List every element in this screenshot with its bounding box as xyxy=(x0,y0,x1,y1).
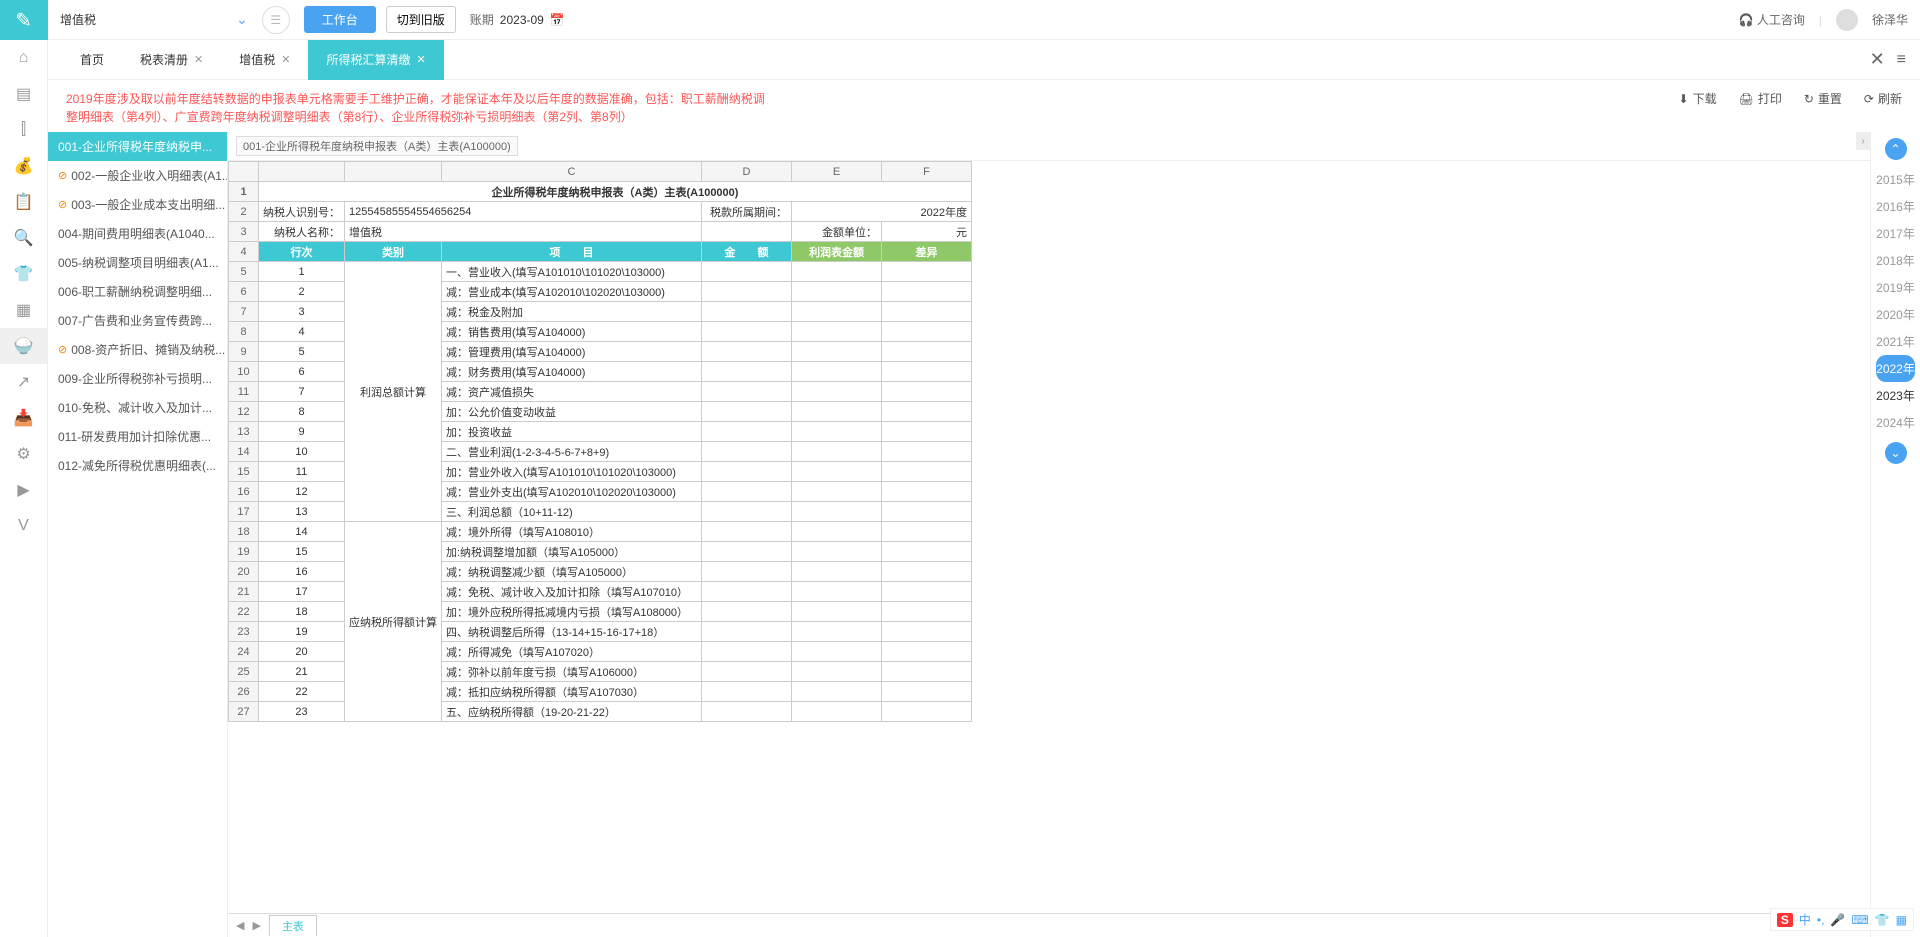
year-item[interactable]: 2021年 xyxy=(1872,328,1919,355)
year-item[interactable]: 2020年 xyxy=(1872,301,1919,328)
nav-settings-icon[interactable]: ⚙ xyxy=(0,436,48,472)
tabs-menu-icon[interactable]: ≡ xyxy=(1897,51,1906,69)
user-name[interactable]: 徐泽华 xyxy=(1872,11,1908,28)
close-icon[interactable]: ✕ xyxy=(194,53,203,66)
nav-audit-icon[interactable]: 🔍 xyxy=(0,220,48,256)
warning-text: 2019年度涉及取以前年度结转数据的申报表单元格需要手工维护正确，才能保证本年及… xyxy=(66,90,766,126)
year-sidebar: ⌃ 2015年2016年2017年2018年2019年2020年2021年202… xyxy=(1870,132,1920,937)
ime-grid-icon[interactable]: ▦ xyxy=(1896,913,1907,927)
ime-mic-icon[interactable]: 🎤 xyxy=(1830,913,1845,927)
tab-税表清册[interactable]: 税表清册✕ xyxy=(122,40,221,80)
company-name: 增值税 xyxy=(60,11,96,28)
close-icon[interactable]: ✕ xyxy=(281,53,290,66)
worktable-button[interactable]: 工作台 xyxy=(304,6,376,33)
form-item[interactable]: 005-纳税调整项目明细表(A1... xyxy=(48,248,227,277)
nav-v-icon[interactable]: V xyxy=(0,508,48,544)
period-label: 账期 xyxy=(470,11,494,28)
crumb-next-icon[interactable]: › xyxy=(1856,132,1870,150)
breadcrumb: 001-企业所得税年度纳税申报表（A类）主表(A100000) xyxy=(236,136,518,156)
year-item[interactable]: 2023年 xyxy=(1872,382,1919,409)
year-item[interactable]: 2024年 xyxy=(1872,409,1919,436)
sheet-area: ‹ 001-企业所得税年度纳税申报表（A类）主表(A100000) › CDEF… xyxy=(228,132,1870,937)
toolbar-actions: ⬇ 下载 🖨 打印 ↻ 重置 ⟳ 刷新 xyxy=(1679,90,1902,107)
tab-所得税汇算清缴[interactable]: 所得税汇算清缴✕ xyxy=(308,40,443,80)
sheet-next-icon[interactable]: ▶ xyxy=(252,919,260,932)
form-item[interactable]: ⊘002-一般企业收入明细表(A1... xyxy=(48,161,227,190)
warning-icon: ⊘ xyxy=(58,169,67,182)
ime-s-icon[interactable]: S xyxy=(1777,913,1793,927)
ime-skin-icon[interactable]: 👕 xyxy=(1875,913,1890,927)
form-item[interactable]: 012-减免所得税优惠明细表(... xyxy=(48,451,227,480)
nav-doc-icon[interactable]: ▤ xyxy=(0,76,48,112)
ime-lang[interactable]: 中 xyxy=(1799,911,1811,928)
ime-kb-icon[interactable]: ⌨ xyxy=(1851,913,1868,927)
form-item[interactable]: ⊘003-一般企业成本支出明细... xyxy=(48,190,227,219)
nav-calc-icon[interactable]: ▦ xyxy=(0,292,48,328)
form-item[interactable]: ⊘008-资产折旧、摊销及纳税... xyxy=(48,335,227,364)
form-list: 001-企业所得税年度纳税申...⊘002-一般企业收入明细表(A1...⊘00… xyxy=(48,132,228,937)
year-up-icon[interactable]: ⌃ xyxy=(1885,138,1907,160)
consult-link[interactable]: 🎧 人工咨询 xyxy=(1739,11,1805,28)
period-value[interactable]: 2023-09 xyxy=(500,13,544,27)
ime-punct-icon[interactable]: •, xyxy=(1817,913,1825,927)
sheet-tab-main[interactable]: 主表 xyxy=(269,915,317,936)
warning-icon: ⊘ xyxy=(58,343,67,356)
warning-icon: ⊘ xyxy=(58,198,67,211)
reset-button[interactable]: ↻ 重置 xyxy=(1804,90,1842,107)
download-button[interactable]: ⬇ 下载 xyxy=(1679,90,1717,107)
old-version-button[interactable]: 切到旧版 xyxy=(386,6,456,33)
year-item[interactable]: 2019年 xyxy=(1872,274,1919,301)
form-item[interactable]: 006-职工薪酬纳税调整明细... xyxy=(48,277,227,306)
nav-money-icon[interactable]: 💰 xyxy=(0,148,48,184)
nav-export-icon[interactable]: ↗ xyxy=(0,364,48,400)
ime-bar: S 中 •, 🎤 ⌨ 👕 ▦ xyxy=(1770,908,1914,931)
year-item[interactable]: 2018年 xyxy=(1872,247,1919,274)
nav-asset-icon[interactable]: 👕 xyxy=(0,256,48,292)
nav-tax-icon[interactable]: 🍚 xyxy=(0,328,48,364)
close-icon[interactable]: ✕ xyxy=(417,53,426,66)
nav-chart-icon[interactable]: ⫿ xyxy=(0,112,48,148)
page-tabs: 首页税表清册✕增值税✕所得税汇算清缴✕ ✕ ≡ xyxy=(48,40,1920,80)
year-item[interactable]: 2015年 xyxy=(1872,166,1919,193)
year-item[interactable]: 2017年 xyxy=(1872,220,1919,247)
form-item[interactable]: 010-免税、减计收入及加计... xyxy=(48,393,227,422)
spreadsheet[interactable]: CDEF1企业所得税年度纳税申报表（A类）主表(A100000)2纳税人识别号：… xyxy=(228,161,972,722)
tab-首页[interactable]: 首页 xyxy=(62,40,122,80)
form-item[interactable]: 007-广告费和业务宣传费跨... xyxy=(48,306,227,335)
nav-video-icon[interactable]: ▶ xyxy=(0,472,48,508)
sheet-prev-icon[interactable]: ◀ xyxy=(236,919,244,932)
avatar[interactable] xyxy=(1836,9,1858,31)
close-all-icon[interactable]: ✕ xyxy=(1870,49,1889,70)
print-button[interactable]: 🖨 打印 xyxy=(1739,90,1782,107)
company-select[interactable]: 增值税 ⌄ xyxy=(60,11,248,28)
form-item[interactable]: 001-企业所得税年度纳税申... xyxy=(48,132,227,161)
refresh-button[interactable]: ⟳ 刷新 xyxy=(1864,90,1902,107)
logo[interactable]: ✎ xyxy=(0,0,48,40)
form-item[interactable]: 009-企业所得税弥补亏损明... xyxy=(48,364,227,393)
nav-home-icon[interactable]: ⌂ xyxy=(0,40,48,76)
calendar-icon[interactable]: 📅 xyxy=(550,13,565,27)
year-item[interactable]: 2016年 xyxy=(1872,193,1919,220)
form-item[interactable]: 011-研发费用加计扣除优惠... xyxy=(48,422,227,451)
year-item[interactable]: 2022年 xyxy=(1876,355,1915,382)
tab-增值税[interactable]: 增值税✕ xyxy=(221,40,308,80)
year-down-icon[interactable]: ⌄ xyxy=(1885,442,1907,464)
sheet-tabs: ◀ ▶ 主表 ⋮ ◀ xyxy=(228,913,1870,937)
topbar: 增值税 ⌄ ☰ 工作台 切到旧版 账期 2023-09 📅 🎧 人工咨询 | 徐… xyxy=(48,0,1920,40)
nav-report-icon[interactable]: 📋 xyxy=(0,184,48,220)
left-nav: ✎ ⌂ ▤ ⫿ 💰 📋 🔍 👕 ▦ 🍚 ↗ 📥 ⚙ ▶ V xyxy=(0,0,48,937)
form-item[interactable]: 004-期间费用明细表(A1040... xyxy=(48,219,227,248)
list-icon[interactable]: ☰ xyxy=(262,6,290,34)
chevron-down-icon: ⌄ xyxy=(236,11,248,28)
nav-inbox-icon[interactable]: 📥 xyxy=(0,400,48,436)
